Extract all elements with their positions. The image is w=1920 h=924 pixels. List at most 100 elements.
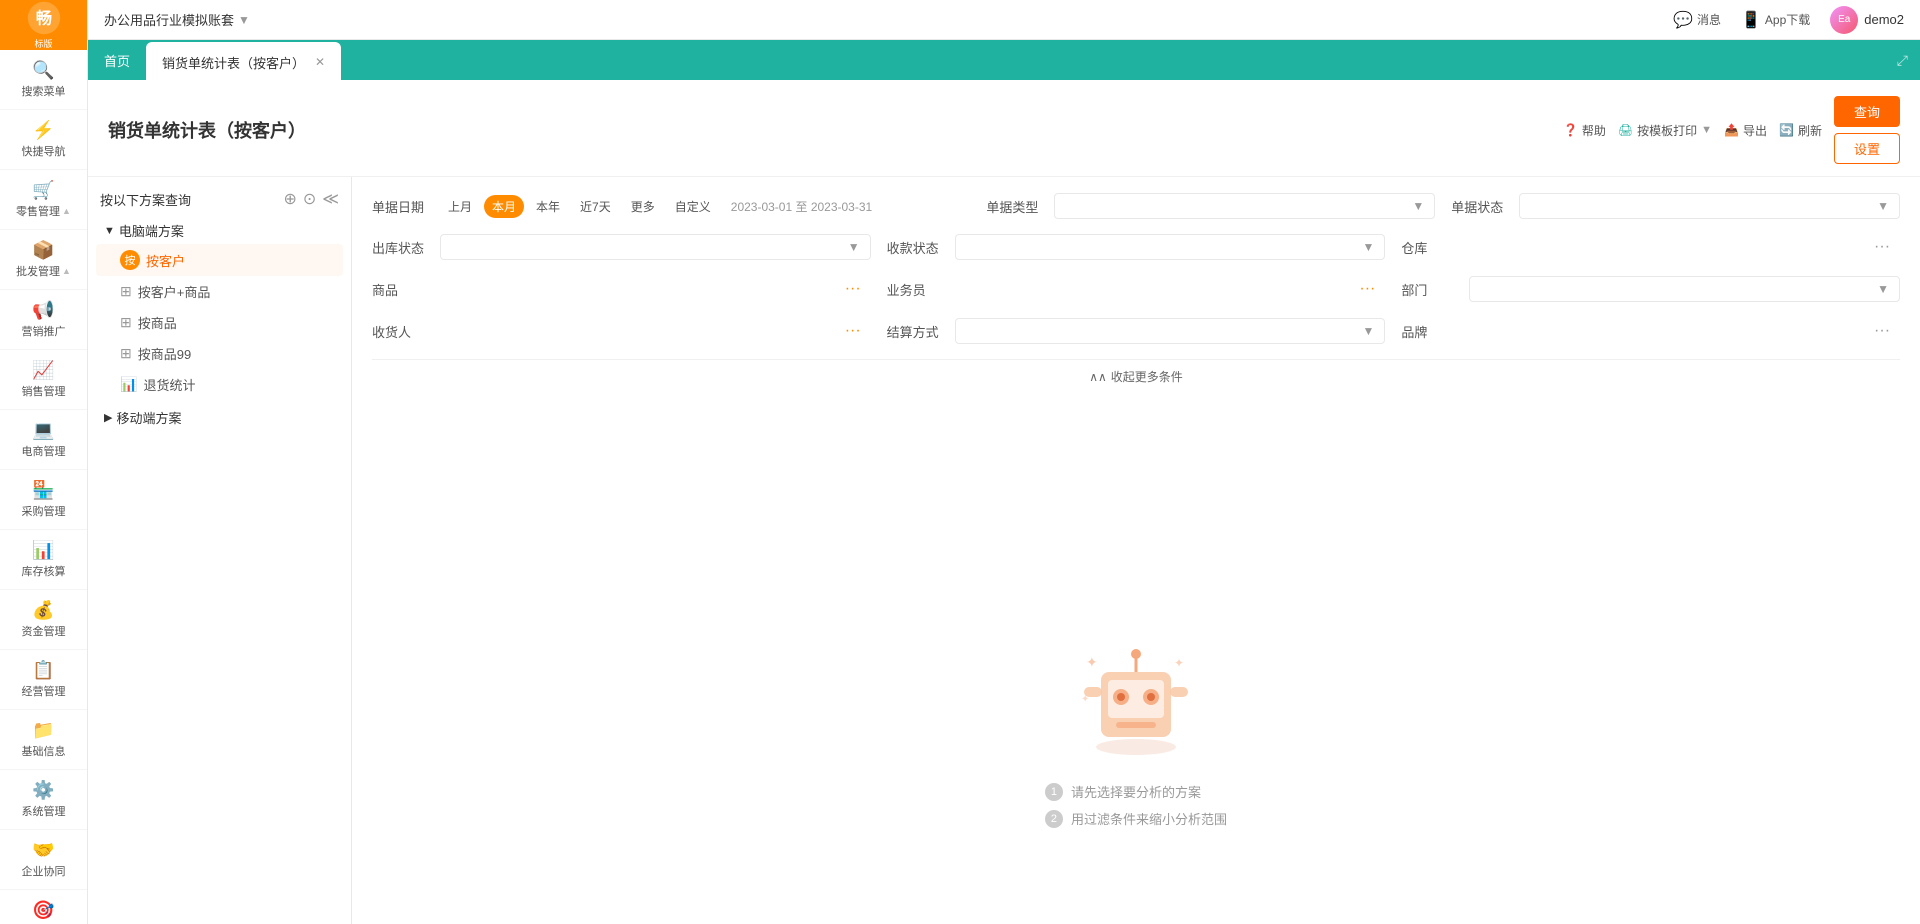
download-icon: 📱 <box>1741 10 1761 30</box>
sidebar-item-purchase[interactable]: 🏪 采购管理 <box>0 470 87 530</box>
sidebar-item-search[interactable]: 🔍 搜索菜单 <box>0 50 87 110</box>
sidebar-item-quick-nav[interactable]: ⚡ 快捷导航 <box>0 110 87 170</box>
tab-home-label: 首页 <box>104 51 130 70</box>
receive-select[interactable]: ▼ <box>955 234 1386 260</box>
receiver-select[interactable]: ··· <box>440 317 871 345</box>
date-tab-more[interactable]: 更多 <box>623 195 663 218</box>
order-status-select[interactable]: ▼ <box>1519 193 1900 219</box>
collapse-bar[interactable]: ∧∧ 收起更多条件 <box>372 359 1900 393</box>
date-range-control: 上月 本月 本年 近7天 更多 自定义 2023-03-01 至 2023-03… <box>440 195 970 218</box>
download-label: App下载 <box>1765 11 1810 28</box>
refresh-label: 刷新 <box>1798 122 1822 139</box>
scheme-panel: 按以下方案查询 ⊕ ⊙ ≪ ▼ 电脑端方案 按 按客户 <box>88 177 352 924</box>
order-type-select[interactable]: ▼ <box>1054 193 1435 219</box>
edit-scheme-icon[interactable]: ⊙ <box>303 189 316 209</box>
sidebar-item-enterprise[interactable]: 🤝 企业协同 <box>0 830 87 890</box>
product-dots[interactable]: ··· <box>845 280 861 298</box>
app-selector[interactable]: 办公用品行业模拟账套 ▼ <box>104 10 250 29</box>
sidebar-item-sales[interactable]: 📈 销售管理 <box>0 350 87 410</box>
warehouse-select[interactable]: ··· <box>1469 233 1900 261</box>
add-scheme-icon[interactable]: ⊕ <box>283 189 296 209</box>
message-btn[interactable]: 💬 消息 <box>1673 10 1721 30</box>
filter-warehouse-item: 仓库 ··· <box>1401 233 1900 261</box>
user-info[interactable]: Ea demo2 <box>1830 6 1904 34</box>
date-tab-custom[interactable]: 自定义 <box>667 195 719 218</box>
sidebar-item-operations[interactable]: 📋 经营管理 <box>0 650 87 710</box>
svg-text:畅: 畅 <box>35 8 51 27</box>
warehouse-label: 仓库 <box>1401 238 1461 257</box>
filter-settlement-item: 结算方式 ▼ <box>887 318 1386 344</box>
return-stat-label: 退货统计 <box>143 375 195 394</box>
date-tab-thisyear[interactable]: 本年 <box>528 195 568 218</box>
page-content: 销货单统计表（按客户） ❓ 帮助 🖨 按模板打印 ▼ 📤 导出 🔄 刷新 <box>88 80 1920 924</box>
scheme-item-by-customer-product[interactable]: ⊞ 按客户+商品 <box>96 276 343 307</box>
marketing-icon: 📢 <box>32 300 54 321</box>
page-actions: ❓ 帮助 🖨 按模板打印 ▼ 📤 导出 🔄 刷新 查询 <box>1563 96 1900 164</box>
purchase-icon: 🏪 <box>32 480 54 501</box>
sidebar-item-system[interactable]: ⚙️ 系统管理 <box>0 770 87 830</box>
sidebar-item-inventory[interactable]: 📊 库存核算 <box>0 530 87 590</box>
tab-sales-stat-label: 销货单统计表（按客户） <box>162 53 305 72</box>
product-select[interactable]: ··· <box>440 275 871 303</box>
retail-arrow: ▲ <box>62 206 71 216</box>
export-btn[interactable]: 📤 导出 <box>1724 122 1767 139</box>
app-logo[interactable]: 畅 标版 <box>0 0 88 50</box>
empty-svg: ✦ ✦ ✦ <box>1066 622 1206 762</box>
by-customer-product-icon: ⊞ <box>120 283 132 300</box>
refresh-btn[interactable]: 🔄 刷新 <box>1779 122 1822 139</box>
sidebar-item-marketing[interactable]: 📢 营销推广 <box>0 290 87 350</box>
tab-home[interactable]: 首页 <box>88 40 146 80</box>
settings-button[interactable]: 设置 <box>1834 133 1900 164</box>
collapse-label: 收起更多条件 <box>1111 368 1183 385</box>
scheme-item-return-stat[interactable]: 📊 退货统计 <box>96 369 343 400</box>
scheme-item-by-customer[interactable]: 按 按客户 <box>96 244 343 276</box>
outstock-label: 出库状态 <box>372 238 432 257</box>
salesperson-dots[interactable]: ··· <box>1359 280 1375 298</box>
receiver-label: 收货人 <box>372 322 432 341</box>
outstock-select[interactable]: ▼ <box>440 234 871 260</box>
print-btn[interactable]: 🖨 按模板打印 ▼ <box>1618 122 1712 139</box>
warehouse-dots[interactable]: ··· <box>1874 238 1890 256</box>
sidebar-item-finance[interactable]: 💰 资金管理 <box>0 590 87 650</box>
sidebar-item-basic[interactable]: 📁 基础信息 <box>0 710 87 770</box>
right-panel: 单据日期 上月 本月 本年 近7天 更多 自定义 20 <box>352 177 1920 924</box>
return-stat-icon: 📊 <box>120 376 137 393</box>
desktop-group-label: 电脑端方案 <box>119 221 184 240</box>
scheme-group-mobile-header[interactable]: ▶ 移动端方案 <box>96 404 343 431</box>
department-select[interactable]: ▼ <box>1469 276 1900 302</box>
collapse-scheme-icon[interactable]: ≪ <box>322 189 339 209</box>
sidebar-item-retail[interactable]: 🛒 零售管理 ▲ <box>0 170 87 230</box>
brand-dots[interactable]: ··· <box>1874 322 1890 340</box>
by-product-99-label: 按商品99 <box>138 344 191 363</box>
ecommerce-icon: 💻 <box>32 420 54 441</box>
sidebar-item-newbie[interactable]: 🎯 新手引导 <box>0 890 87 924</box>
salesperson-select[interactable]: ··· <box>955 275 1386 303</box>
help-btn[interactable]: ❓ 帮助 <box>1563 122 1606 139</box>
brand-label: 品牌 <box>1401 322 1461 341</box>
empty-tip-2: 2 用过滤条件来缩小分析范围 <box>1045 809 1227 828</box>
mobile-group-arrow: ▶ <box>104 411 112 424</box>
settlement-select[interactable]: ▼ <box>955 318 1386 344</box>
tab-sales-stat[interactable]: 销货单统计表（按客户） ✕ <box>146 42 341 82</box>
sidebar-item-ecommerce[interactable]: 💻 电商管理 <box>0 410 87 470</box>
scheme-group-desktop-header[interactable]: ▼ 电脑端方案 <box>96 217 343 244</box>
receiver-dots[interactable]: ··· <box>845 322 861 340</box>
sidebar-item-wholesale[interactable]: 📦 批发管理 ▲ <box>0 230 87 290</box>
tab-bar: 首页 销货单统计表（按客户） ✕ ⤢ <box>88 40 1920 80</box>
tab-close-icon[interactable]: ✕ <box>315 55 325 69</box>
date-tab-thismonth[interactable]: 本月 <box>484 195 524 218</box>
date-tab-lastmonth[interactable]: 上月 <box>440 195 480 218</box>
scheme-item-by-product-99[interactable]: ⊞ 按商品99 <box>96 338 343 369</box>
logo-subtitle: 标版 <box>34 37 52 50</box>
tip-number-2: 2 <box>1045 810 1063 828</box>
help-label: 帮助 <box>1582 122 1606 139</box>
filter-receiver-item: 收货人 ··· <box>372 317 871 345</box>
query-button[interactable]: 查询 <box>1834 96 1900 127</box>
date-tab-7days[interactable]: 近7天 <box>572 195 619 218</box>
maximize-btn[interactable]: ⤢ <box>1885 52 1920 69</box>
scheme-item-by-product[interactable]: ⊞ 按商品 <box>96 307 343 338</box>
wholesale-arrow: ▲ <box>62 266 71 276</box>
download-btn[interactable]: 📱 App下载 <box>1741 10 1810 30</box>
brand-select[interactable]: ··· <box>1469 317 1900 345</box>
filter-department-item: 部门 ▼ <box>1401 276 1900 302</box>
